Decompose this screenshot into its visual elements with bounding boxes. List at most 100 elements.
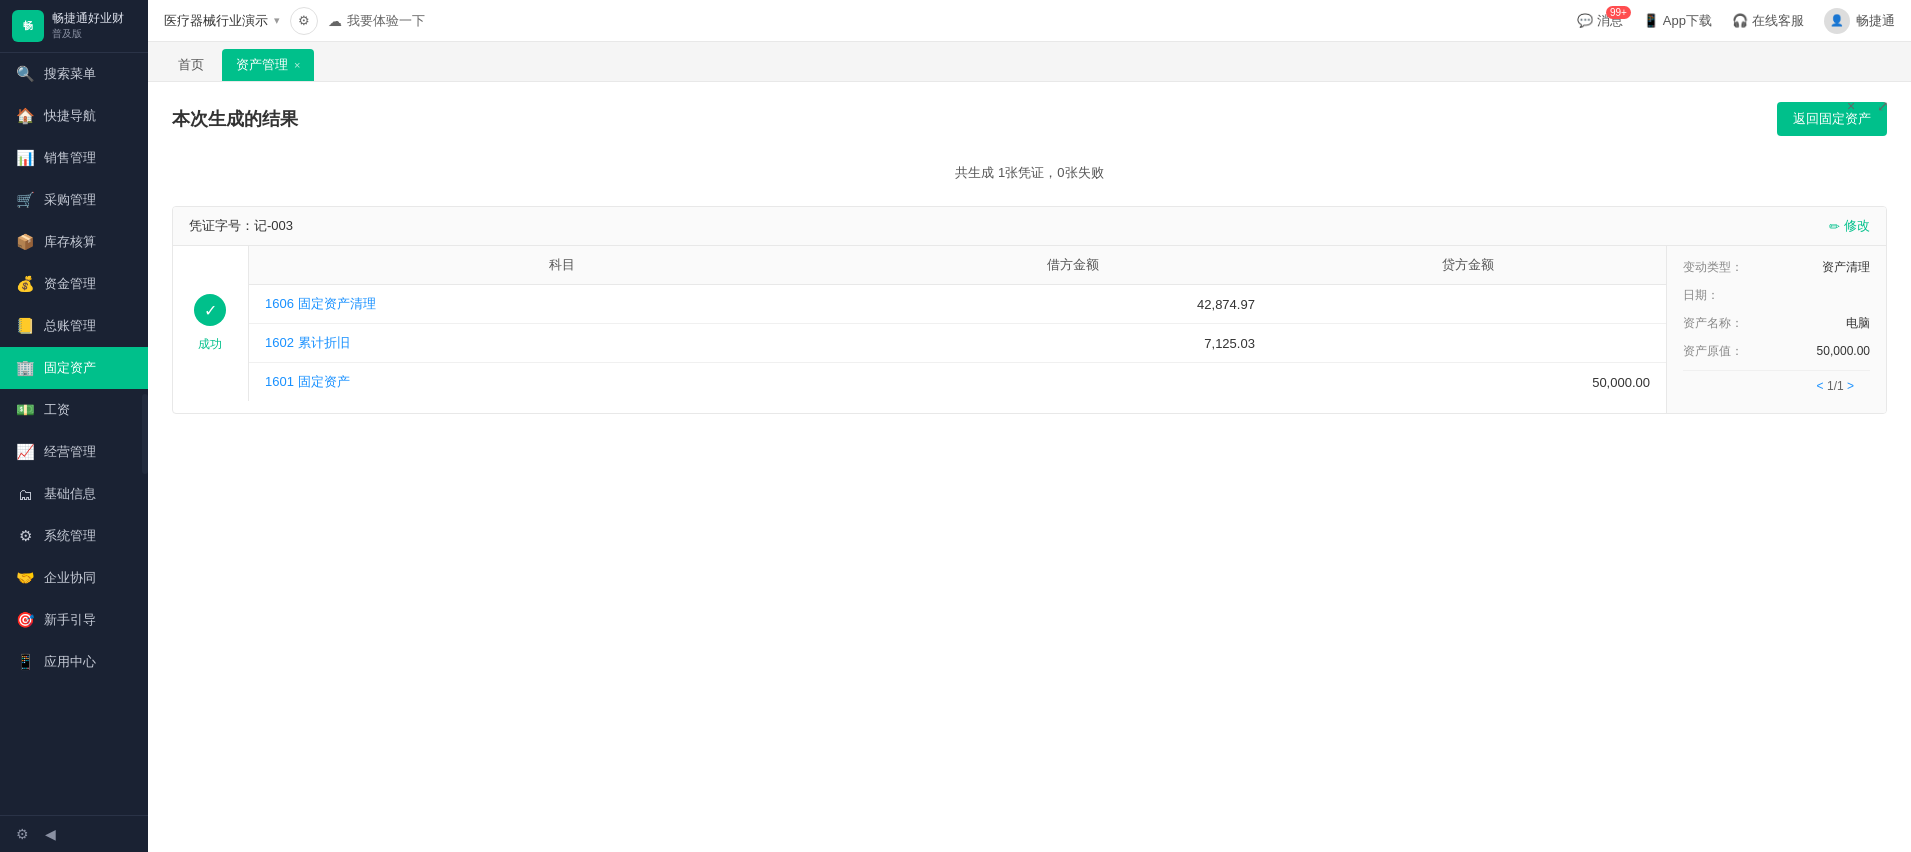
sales-label: 销售管理 — [44, 149, 96, 167]
sidebar-item-guide[interactable]: 🎯 新手引导 — [0, 599, 148, 641]
voucher-edit-button[interactable]: ✏ 修改 — [1829, 217, 1870, 235]
support-button[interactable]: 🎧 在线客服 — [1732, 12, 1804, 30]
debit-cell — [876, 363, 1271, 402]
page-title: 本次生成的结果 — [172, 107, 298, 131]
app-download-button[interactable]: 📱 App下载 — [1643, 12, 1712, 30]
logo-icon: 畅 — [12, 10, 44, 42]
topbar: 医疗器械行业演示 ▾ ⚙ ☁ 我要体验一下 💬 消息 99+ 📱 App下载 🎧… — [148, 0, 1911, 42]
experience-label: 我要体验一下 — [347, 12, 425, 30]
date-label: 日期： — [1683, 286, 1719, 304]
quick-nav-label: 快捷导航 — [44, 107, 96, 125]
credit-cell — [1271, 285, 1666, 324]
subject-cell[interactable]: 1606 固定资产清理 — [249, 285, 876, 324]
payroll-icon: 💵 — [16, 401, 34, 419]
inventory-icon: 📦 — [16, 233, 34, 251]
sales-icon: 📊 — [16, 149, 34, 167]
sidebar-item-app-center[interactable]: 📱 应用中心 — [0, 641, 148, 683]
sidebar-logo: 畅 畅捷通好业财 普及版 — [0, 0, 148, 53]
pagination-prev[interactable]: < — [1817, 379, 1824, 393]
sidebar-item-base-info[interactable]: 🗂 基础信息 — [0, 473, 148, 515]
settings-footer-icon[interactable]: ⚙ — [16, 826, 29, 842]
support-icon: 🎧 — [1732, 13, 1748, 28]
edit-icon: ✏ — [1829, 219, 1840, 234]
fixed-assets-icon: 🏢 — [16, 359, 34, 377]
expand-button[interactable]: ⤢ — [1871, 94, 1895, 118]
success-label: 成功 — [198, 336, 222, 353]
payroll-label: 工资 — [44, 401, 70, 419]
project-chevron-icon: ▾ — [274, 14, 280, 27]
base-info-label: 基础信息 — [44, 485, 96, 503]
sidebar-item-operations[interactable]: 📈 经营管理 — [0, 431, 148, 473]
sidebar-item-ledger[interactable]: 📒 总账管理 — [0, 305, 148, 347]
cloud-icon: ☁ — [328, 13, 342, 29]
sidebar-item-fixed-assets[interactable]: 🏢 固定资产 — [0, 347, 148, 389]
topbar-settings-button[interactable]: ⚙ — [290, 7, 318, 35]
sidebar-item-finance[interactable]: 💰 资金管理 — [0, 263, 148, 305]
collapse-sidebar-icon[interactable]: ◀ — [45, 826, 56, 842]
subject-cell[interactable]: 1602 累计折旧 — [249, 324, 876, 363]
sidebar-item-purchase[interactable]: 🛒 采购管理 — [0, 179, 148, 221]
app-download-label: App下载 — [1663, 12, 1712, 30]
side-asset-name: 资产名称： 电脑 — [1683, 314, 1870, 332]
inventory-label: 库存核算 — [44, 233, 96, 251]
floating-buttons: × ⤢ — [1839, 94, 1895, 118]
message-badge: 99+ — [1606, 6, 1631, 19]
tabs-bar: 首页 资产管理 × — [148, 42, 1911, 82]
finance-label: 资金管理 — [44, 275, 96, 293]
voucher-header: 凭证字号：记-003 ✏ 修改 — [173, 207, 1886, 246]
user-name: 畅捷通 — [1856, 12, 1895, 30]
close-button[interactable]: × — [1839, 94, 1863, 118]
sidebar: 畅 畅捷通好业财 普及版 🔍 搜索菜单 🏠 快捷导航 📊 销售管理 🛒 采购管理… — [0, 0, 148, 852]
page-header: 本次生成的结果 返回固定资产 — [172, 102, 1887, 136]
sidebar-item-inventory[interactable]: 📦 库存核算 — [0, 221, 148, 263]
sidebar-item-sys-manage[interactable]: ⚙ 系统管理 — [0, 515, 148, 557]
tab-home-label: 首页 — [178, 56, 204, 74]
sidebar-item-quick-nav[interactable]: 🏠 快捷导航 — [0, 95, 148, 137]
sidebar-item-enterprise[interactable]: 🤝 企业协同 — [0, 557, 148, 599]
experience-button[interactable]: ☁ 我要体验一下 — [328, 12, 425, 30]
ledger-icon: 📒 — [16, 317, 34, 335]
side-change-type: 变动类型： 资产清理 — [1683, 258, 1870, 276]
user-menu[interactable]: 👤 畅捷通 — [1824, 8, 1895, 34]
sidebar-item-sales[interactable]: 📊 销售管理 — [0, 137, 148, 179]
app-center-label: 应用中心 — [44, 653, 96, 671]
base-info-icon: 🗂 — [16, 485, 34, 503]
tab-asset-management[interactable]: 资产管理 × — [222, 49, 314, 81]
message-button[interactable]: 💬 消息 99+ — [1577, 12, 1623, 30]
logo-text-block: 畅捷通好业财 普及版 — [52, 11, 124, 41]
enterprise-label: 企业协同 — [44, 569, 96, 587]
debit-cell: 42,874.97 — [876, 285, 1271, 324]
sys-manage-label: 系统管理 — [44, 527, 96, 545]
tab-close-icon[interactable]: × — [294, 59, 300, 71]
side-original-value: 资产原值： 50,000.00 — [1683, 342, 1870, 360]
original-value-value: 50,000.00 — [1817, 342, 1870, 360]
purchase-icon: 🛒 — [16, 191, 34, 209]
content-area: × ⤢ 本次生成的结果 返回固定资产 共生成 1张凭证，0张失败 凭证字号：记-… — [148, 82, 1911, 852]
sidebar-footer: ⚙ ◀ — [0, 815, 148, 852]
logo-text: 畅捷通好业财 — [52, 11, 124, 27]
operations-label: 经营管理 — [44, 443, 96, 461]
settings-icon: ⚙ — [298, 13, 310, 28]
avatar-icon: 👤 — [1830, 14, 1844, 27]
main-area: 医疗器械行业演示 ▾ ⚙ ☁ 我要体验一下 💬 消息 99+ 📱 App下载 🎧… — [148, 0, 1911, 852]
credit-cell: 50,000.00 — [1271, 363, 1666, 402]
project-name: 医疗器械行业演示 — [164, 12, 268, 30]
enterprise-icon: 🤝 — [16, 569, 34, 587]
project-selector[interactable]: 医疗器械行业演示 ▾ — [164, 12, 280, 30]
sidebar-item-search[interactable]: 🔍 搜索菜单 — [0, 53, 148, 95]
change-type-label: 变动类型： — [1683, 258, 1743, 276]
fixed-assets-label: 固定资产 — [44, 359, 96, 377]
topbar-right: 💬 消息 99+ 📱 App下载 🎧 在线客服 👤 畅捷通 — [1577, 8, 1895, 34]
asset-name-label: 资产名称： — [1683, 314, 1743, 332]
tab-home[interactable]: 首页 — [164, 49, 218, 81]
search-icon: 🔍 — [16, 65, 34, 83]
guide-label: 新手引导 — [44, 611, 96, 629]
pagination-next[interactable]: > — [1847, 379, 1854, 393]
voucher-body: ✓ 成功 科目 借方金额 贷方金额 — [173, 246, 1886, 413]
voucher-table: 科目 借方金额 贷方金额 1606 固定资产清理 42,874.97 1602 … — [249, 246, 1666, 401]
sidebar-item-payroll[interactable]: 💵 工资 — [0, 389, 148, 431]
subject-cell[interactable]: 1601 固定资产 — [249, 363, 876, 402]
pagination: < 1/1 > — [1683, 370, 1870, 401]
voucher-number: 凭证字号：记-003 — [189, 217, 293, 235]
status-column: ✓ 成功 — [173, 246, 249, 401]
